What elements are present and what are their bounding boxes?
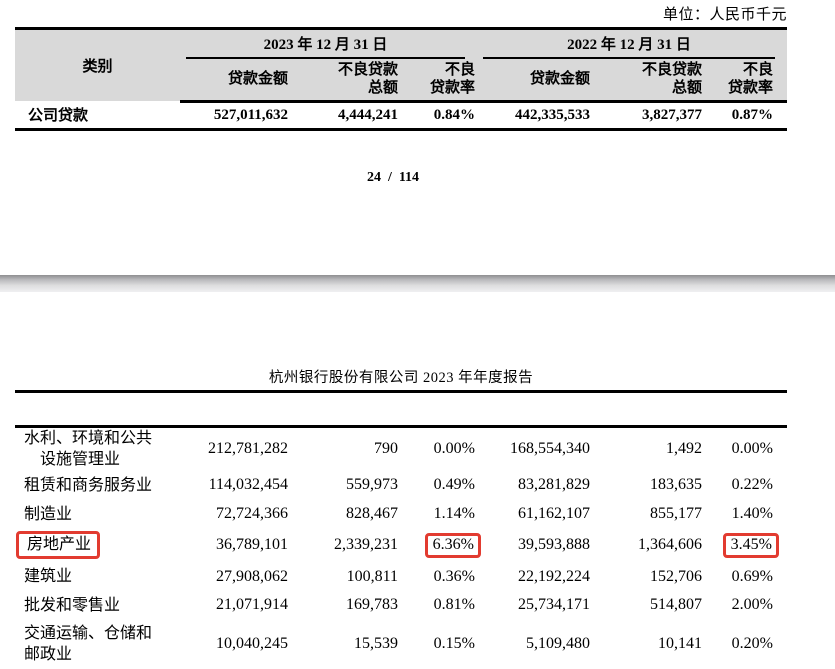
loan-amount-2022-cell: 22,192,224 <box>477 562 592 591</box>
npl-ratio-2022-cell: 0.69% <box>704 562 787 591</box>
table-row-transport-storage-postal: 交通运输、仓储和 邮政业 10,040,245 15,539 0.15% 5,1… <box>15 619 787 669</box>
npl-total-2022-cell: 855,177 <box>592 500 704 528</box>
npl-ratio-2023-cell: 0.49% <box>400 470 477 500</box>
table-row-real-estate: 房地产业 36,789,101 2,339,231 6.36% 39,593,8… <box>15 528 787 562</box>
npl-ratio-2023-cell: 0.00% <box>400 427 477 471</box>
loan-amount-2022-cell: 168,554,340 <box>477 427 592 471</box>
npl-total-2023-cell: 4,444,241 <box>290 101 400 129</box>
npl-total-2023-cell: 559,973 <box>290 470 400 500</box>
table-row-water-utilities: 水利、环境和公共 设施管理业 212,781,282 790 0.00% 168… <box>15 427 787 471</box>
loan-amount-2022-cell: 442,335,533 <box>477 101 592 129</box>
report-page-header: 杭州银行股份有限公司 2023 年年度报告 <box>15 366 787 387</box>
npl-total-2022-cell: 1,492 <box>592 427 704 471</box>
loan-amount-2023-cell: 212,781,282 <box>180 427 290 471</box>
npl-ratio-2023-cell: 0.15% <box>400 619 477 669</box>
npl-total-2022-cell: 3,827,377 <box>592 101 704 129</box>
loan-amount-2022-cell: 83,281,829 <box>477 470 592 500</box>
page-number-indicator: 24 / 114 <box>0 170 786 186</box>
header-npl-total-2023: 不良贷款 总额 <box>290 59 400 101</box>
header-npl-ratio-2022: 不良 贷款率 <box>704 59 787 101</box>
page-number-separator: / <box>388 170 392 185</box>
current-page-number: 24 <box>367 170 381 185</box>
loan-amount-2022-cell: 61,162,107 <box>477 500 592 528</box>
npl-ratio-2022-cell: 2.00% <box>704 591 787 619</box>
table-row-leasing-services: 租赁和商务服务业 114,032,454 559,973 0.49% 83,28… <box>15 470 787 500</box>
npl-total-2023-cell: 15,539 <box>290 619 400 669</box>
row-label: 水利、环境和公共 设施管理业 <box>15 427 180 471</box>
header-npl-total-2022: 不良贷款 总额 <box>592 59 704 101</box>
loan-amount-2023-cell: 10,040,245 <box>180 619 290 669</box>
npl-ratio-2022-cell: 0.20% <box>704 619 787 669</box>
header-npl-ratio-2023: 不良 贷款率 <box>400 59 477 101</box>
npl-ratio-2022-cell: 0.00% <box>704 427 787 471</box>
loan-amount-2023-cell: 36,789,101 <box>180 528 290 562</box>
npl-ratio-2022-cell: 3.45% <box>704 528 787 562</box>
npl-total-2022-cell: 10,141 <box>592 619 704 669</box>
highlight-box-real-estate-label: 房地产业 <box>16 531 100 559</box>
row-label: 制造业 <box>15 500 180 528</box>
header-loan-amount-2022: 贷款金额 <box>477 59 592 101</box>
npl-ratio-2023-cell: 0.84% <box>400 101 477 129</box>
row-label: 批发和零售业 <box>15 591 180 619</box>
npl-total-2022-cell: 152,706 <box>592 562 704 591</box>
npl-ratio-2022-cell: 0.22% <box>704 470 787 500</box>
loan-quality-table-page2: 水利、环境和公共 设施管理业 212,781,282 790 0.00% 168… <box>15 425 787 669</box>
row-label: 房地产业 <box>15 528 180 562</box>
loan-amount-2022-cell: 39,593,888 <box>477 528 592 562</box>
loan-amount-2023-cell: 27,908,062 <box>180 562 290 591</box>
table-row-wholesale-retail: 批发和零售业 21,071,914 169,783 0.81% 25,734,1… <box>15 591 787 619</box>
page-separator <box>0 275 835 292</box>
loan-amount-2022-cell: 5,109,480 <box>477 619 592 669</box>
npl-total-2022-cell: 1,364,606 <box>592 528 704 562</box>
npl-total-2022-cell: 514,807 <box>592 591 704 619</box>
npl-ratio-2023-cell: 0.81% <box>400 591 477 619</box>
row-label: 租赁和商务服务业 <box>15 470 180 500</box>
npl-total-2023-cell: 828,467 <box>290 500 400 528</box>
npl-ratio-2022-cell: 1.40% <box>704 500 787 528</box>
unit-label: 单位：人民币千元 <box>663 3 787 24</box>
period-header-2023-label: 2023 年 12 月 31 日 <box>186 30 465 59</box>
npl-total-2023-cell: 790 <box>290 427 400 471</box>
period-header-2023: 2023 年 12 月 31 日 <box>180 29 477 60</box>
table-row-manufacturing: 制造业 72,724,366 828,467 1.14% 61,162,107 … <box>15 500 787 528</box>
loan-amount-2023-cell: 72,724,366 <box>180 500 290 528</box>
table-row-construction: 建筑业 27,908,062 100,811 0.36% 22,192,224 … <box>15 562 787 591</box>
npl-total-2022-cell: 183,635 <box>592 470 704 500</box>
npl-total-2023-cell: 2,339,231 <box>290 528 400 562</box>
header-loan-amount-2023: 贷款金额 <box>180 59 290 101</box>
category-column-header: 类别 <box>15 29 180 102</box>
table-row-corporate-loans: 公司贷款 527,011,632 4,444,241 0.84% 442,335… <box>15 101 787 129</box>
total-page-count: 114 <box>399 170 419 185</box>
npl-total-2023-cell: 169,783 <box>290 591 400 619</box>
row-label: 交通运输、仓储和 邮政业 <box>15 619 180 669</box>
row-label: 建筑业 <box>15 562 180 591</box>
npl-ratio-2023-cell: 6.36% <box>400 528 477 562</box>
period-header-2022-label: 2022 年 12 月 31 日 <box>483 30 775 59</box>
loan-amount-2023-cell: 527,011,632 <box>180 101 290 129</box>
loan-amount-2023-cell: 114,032,454 <box>180 470 290 500</box>
loan-amount-2023-cell: 21,071,914 <box>180 591 290 619</box>
npl-ratio-2023-cell: 1.14% <box>400 500 477 528</box>
highlight-box-npl-ratio-2022: 3.45% <box>723 533 779 558</box>
loan-amount-2022-cell: 25,734,171 <box>477 591 592 619</box>
npl-total-2023-cell: 100,811 <box>290 562 400 591</box>
period-header-2022: 2022 年 12 月 31 日 <box>477 29 787 60</box>
npl-ratio-2022-cell: 0.87% <box>704 101 787 129</box>
loan-quality-table-page1: 类别 2023 年 12 月 31 日 2022 年 12 月 31 日 贷款金… <box>15 27 787 131</box>
highlight-box-npl-ratio-2023: 6.36% <box>425 533 481 558</box>
row-label: 公司贷款 <box>15 101 180 129</box>
npl-ratio-2023-cell: 0.36% <box>400 562 477 591</box>
period-header-row: 类别 2023 年 12 月 31 日 2022 年 12 月 31 日 <box>15 29 787 60</box>
header-rule <box>15 390 787 393</box>
